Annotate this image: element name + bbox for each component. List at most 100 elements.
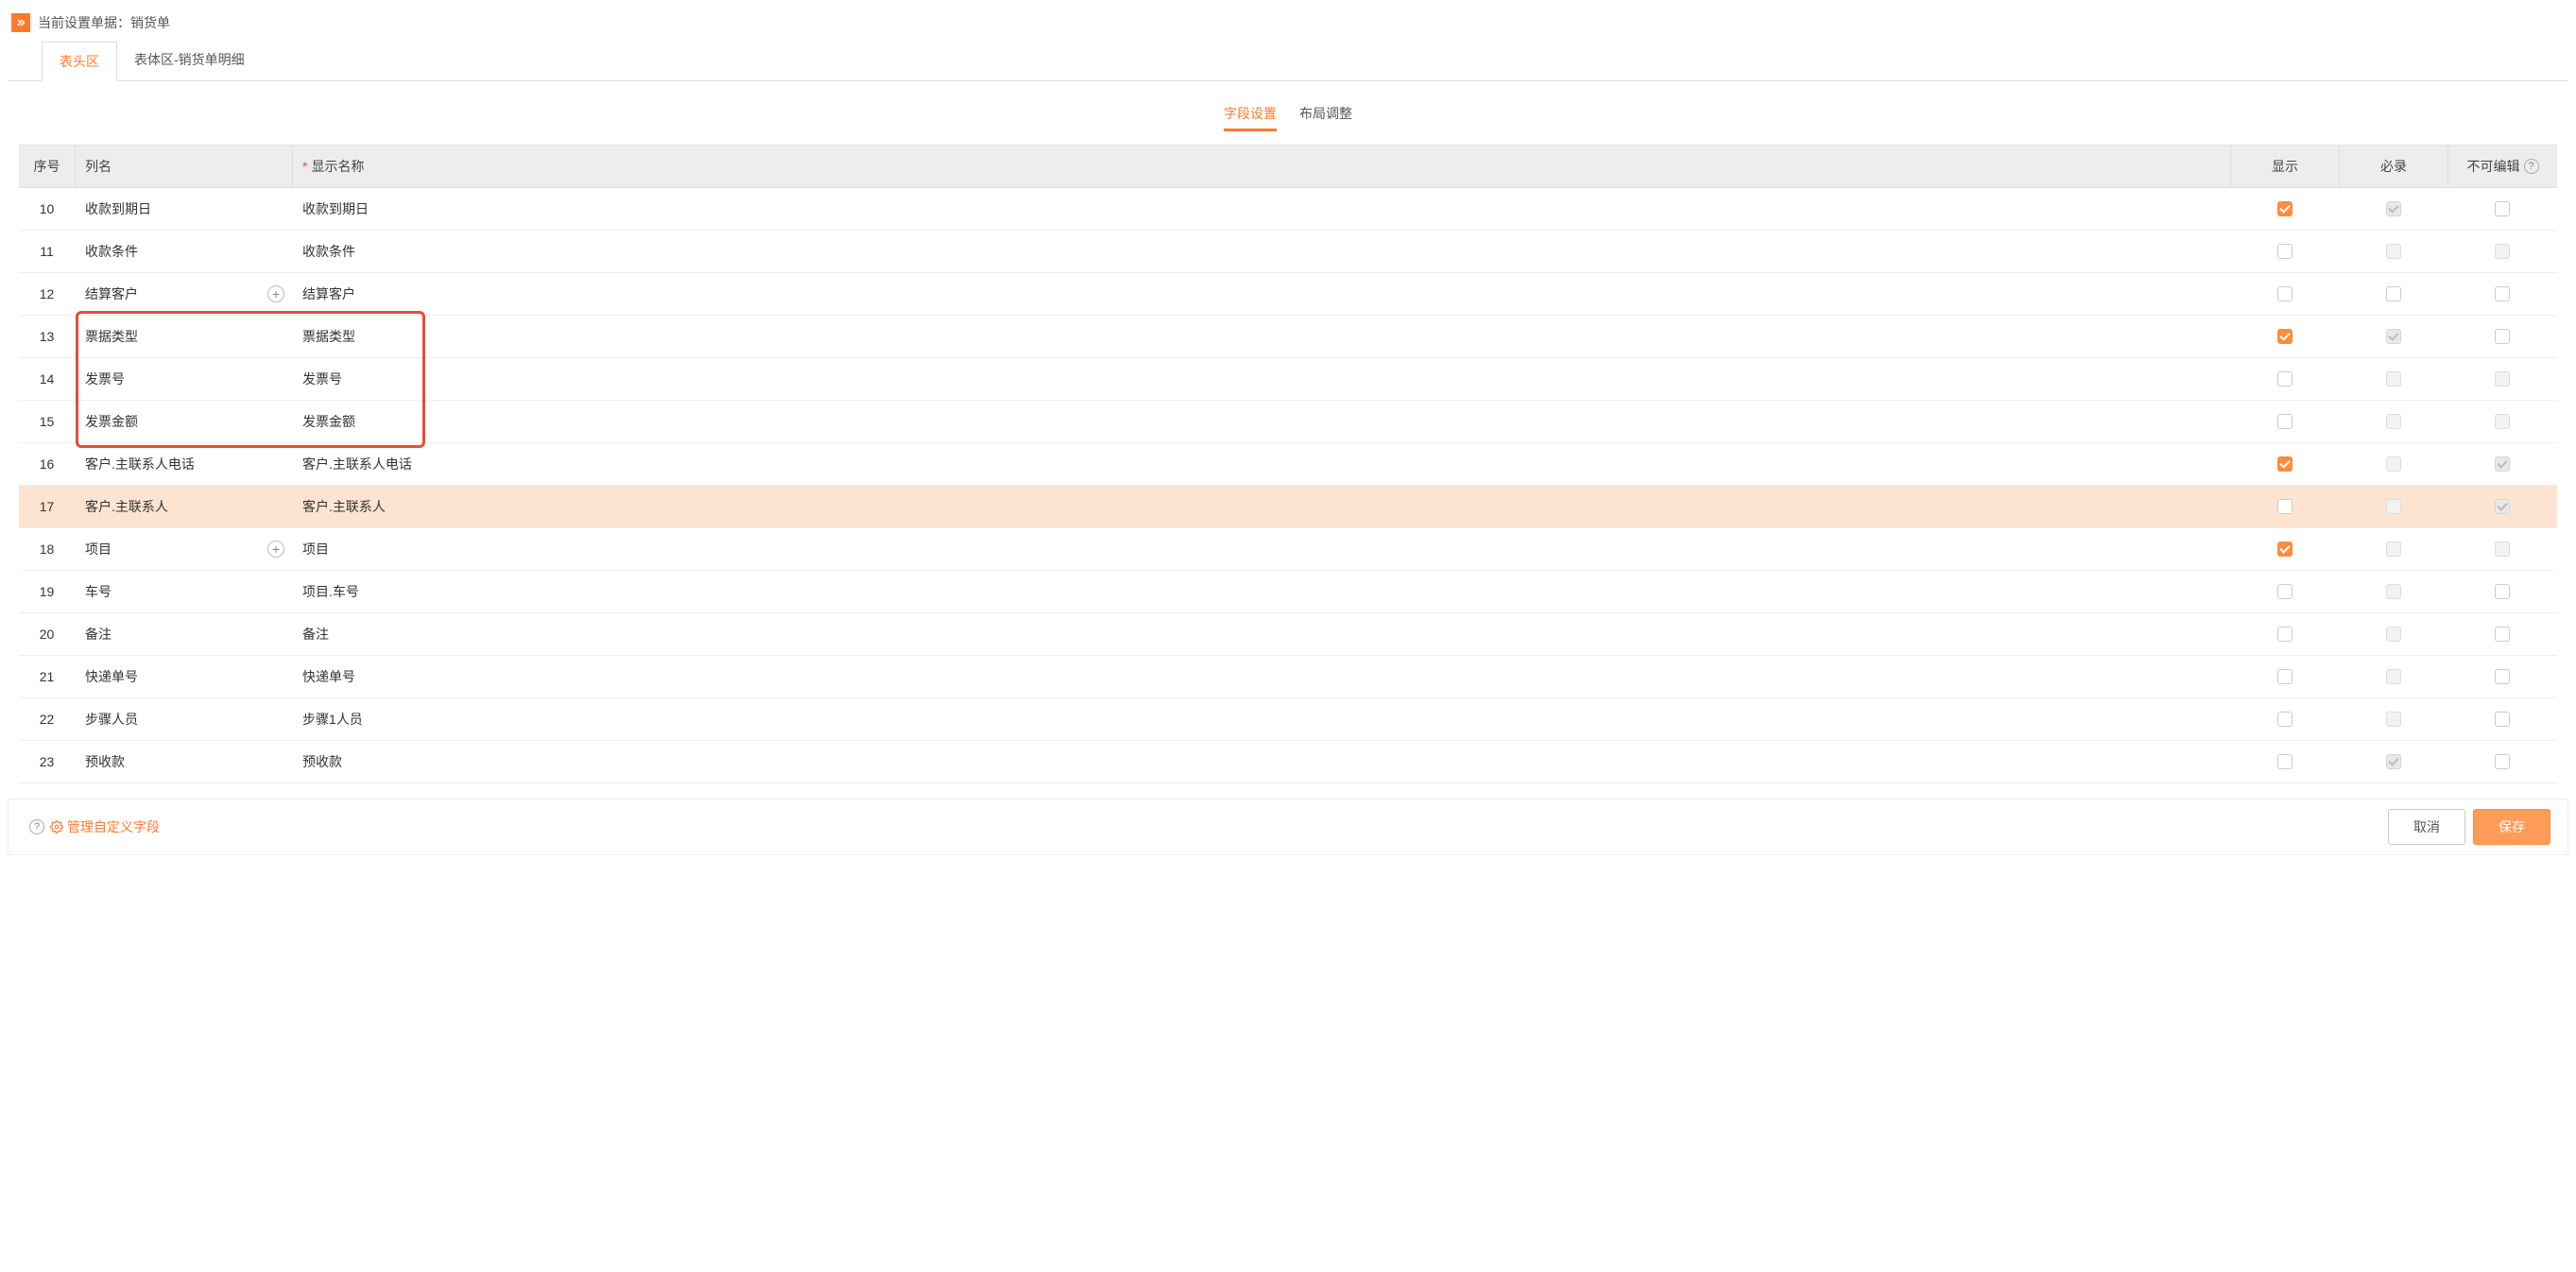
checkbox-readonly[interactable]: [2495, 712, 2510, 727]
cell-required: [2340, 528, 2448, 570]
sub-tab-1[interactable]: 布局调整: [1299, 98, 1352, 131]
expand-sidebar-button[interactable]: [11, 13, 30, 32]
checkbox-show[interactable]: [2277, 541, 2293, 557]
table-row: 13票据类型票据类型: [19, 316, 2557, 358]
checkbox-required: [2386, 201, 2401, 216]
checkbox-readonly[interactable]: [2495, 201, 2510, 216]
footer-bar: ? 管理自定义字段 取消 保存: [8, 799, 2568, 855]
help-icon[interactable]: ?: [2524, 159, 2539, 174]
cell-display-name[interactable]: 发票金额: [293, 401, 2231, 442]
checkbox-show[interactable]: [2277, 627, 2293, 642]
cell-display-name[interactable]: 收款条件: [293, 231, 2231, 272]
table-row: 21快递单号快递单号: [19, 656, 2557, 698]
table-row: 14发票号发票号: [19, 358, 2557, 401]
cell-show: [2231, 316, 2340, 357]
cell-readonly: [2448, 656, 2557, 697]
checkbox-show[interactable]: [2277, 669, 2293, 684]
cell-readonly: [2448, 486, 2557, 527]
cell-readonly: [2448, 188, 2557, 230]
checkbox-readonly[interactable]: [2495, 627, 2510, 642]
cell-display-name[interactable]: 备注: [293, 613, 2231, 655]
cell-name-label: 预收款: [85, 752, 125, 771]
cell-required: [2340, 486, 2448, 527]
table-row: 16客户.主联系人电话客户.主联系人电话: [19, 443, 2557, 486]
cell-readonly: [2448, 528, 2557, 570]
primary-tabs: 表头区表体区-销货单明细: [42, 41, 2568, 80]
sub-tabs: 字段设置布局调整: [8, 98, 2568, 131]
checkbox-readonly: [2495, 456, 2510, 472]
checkbox-show[interactable]: [2277, 329, 2293, 344]
manage-custom-fields-label: 管理自定义字段: [67, 817, 160, 836]
col-header-seq: 序号: [19, 146, 76, 187]
cell-name: 项目+: [76, 528, 293, 570]
checkbox-show[interactable]: [2277, 754, 2293, 769]
checkbox-show[interactable]: [2277, 584, 2293, 599]
checkbox-show[interactable]: [2277, 499, 2293, 514]
checkbox-required: [2386, 669, 2401, 684]
cell-display-name[interactable]: 收款到期日: [293, 188, 2231, 230]
cell-seq: 19: [19, 571, 76, 612]
add-child-field-button[interactable]: +: [267, 285, 284, 302]
cell-display-name[interactable]: 客户.主联系人电话: [293, 443, 2231, 485]
checkbox-show[interactable]: [2277, 286, 2293, 301]
cell-display-name[interactable]: 步骤1人员: [293, 698, 2231, 740]
cell-required: [2340, 656, 2448, 697]
cell-display-name[interactable]: 结算客户: [293, 273, 2231, 315]
cell-display-name[interactable]: 项目.车号: [293, 571, 2231, 612]
cell-name-label: 发票金额: [85, 412, 138, 431]
cell-display-name[interactable]: 客户.主联系人: [293, 486, 2231, 527]
cell-display-name[interactable]: 发票号: [293, 358, 2231, 400]
cell-readonly: [2448, 273, 2557, 315]
table-row: 23预收款预收款: [19, 741, 2557, 783]
checkbox-show[interactable]: [2277, 414, 2293, 429]
cell-seq: 10: [19, 188, 76, 230]
checkbox-show[interactable]: [2277, 244, 2293, 259]
cell-required: [2340, 273, 2448, 315]
cell-readonly: [2448, 316, 2557, 357]
checkbox-readonly[interactable]: [2495, 286, 2510, 301]
cell-display-name[interactable]: 票据类型: [293, 316, 2231, 357]
cell-display-name[interactable]: 快递单号: [293, 656, 2231, 697]
table-row: 18项目+项目: [19, 528, 2557, 571]
save-button[interactable]: 保存: [2473, 809, 2550, 845]
cell-readonly: [2448, 358, 2557, 400]
cell-required: [2340, 401, 2448, 442]
table-row: 11收款条件收款条件: [19, 231, 2557, 273]
checkbox-required[interactable]: [2386, 286, 2401, 301]
cell-display-name[interactable]: 预收款: [293, 741, 2231, 782]
table-row: 10收款到期日收款到期日: [19, 188, 2557, 231]
tab-primary-0[interactable]: 表头区: [42, 42, 117, 81]
cell-name: 预收款: [76, 741, 293, 782]
sub-tab-0[interactable]: 字段设置: [1224, 98, 1277, 131]
tab-primary-1[interactable]: 表体区-销货单明细: [117, 41, 262, 80]
checkbox-show[interactable]: [2277, 712, 2293, 727]
add-child-field-button[interactable]: +: [267, 541, 284, 558]
footer-help-icon[interactable]: ?: [29, 819, 44, 834]
manage-custom-fields-link[interactable]: 管理自定义字段: [50, 817, 160, 836]
cell-seq: 16: [19, 443, 76, 485]
table-row: 12结算客户+结算客户: [19, 273, 2557, 316]
checkbox-show[interactable]: [2277, 456, 2293, 472]
table-row: 22步骤人员步骤1人员: [19, 698, 2557, 741]
cell-name: 收款条件: [76, 231, 293, 272]
field-table: 序号 列名 * 显示名称 显示 必录 不可编辑 ? 10收款到期日收款到期日11…: [19, 145, 2557, 783]
cell-seq: 13: [19, 316, 76, 357]
cancel-button[interactable]: 取消: [2388, 809, 2465, 845]
checkbox-show[interactable]: [2277, 371, 2293, 387]
cell-name-label: 车号: [85, 582, 112, 601]
gear-icon: [50, 820, 63, 834]
checkbox-readonly[interactable]: [2495, 584, 2510, 599]
header-doc-type: 销货单: [130, 13, 170, 32]
cell-display-name[interactable]: 项目: [293, 528, 2231, 570]
checkbox-readonly: [2495, 244, 2510, 259]
cell-required: [2340, 698, 2448, 740]
checkbox-readonly[interactable]: [2495, 329, 2510, 344]
cell-required: [2340, 613, 2448, 655]
header-label: 当前设置单据：: [38, 13, 130, 32]
cell-show: [2231, 231, 2340, 272]
cell-name: 备注: [76, 613, 293, 655]
checkbox-readonly[interactable]: [2495, 754, 2510, 769]
checkbox-show[interactable]: [2277, 201, 2293, 216]
checkbox-readonly[interactable]: [2495, 669, 2510, 684]
checkbox-required: [2386, 754, 2401, 769]
